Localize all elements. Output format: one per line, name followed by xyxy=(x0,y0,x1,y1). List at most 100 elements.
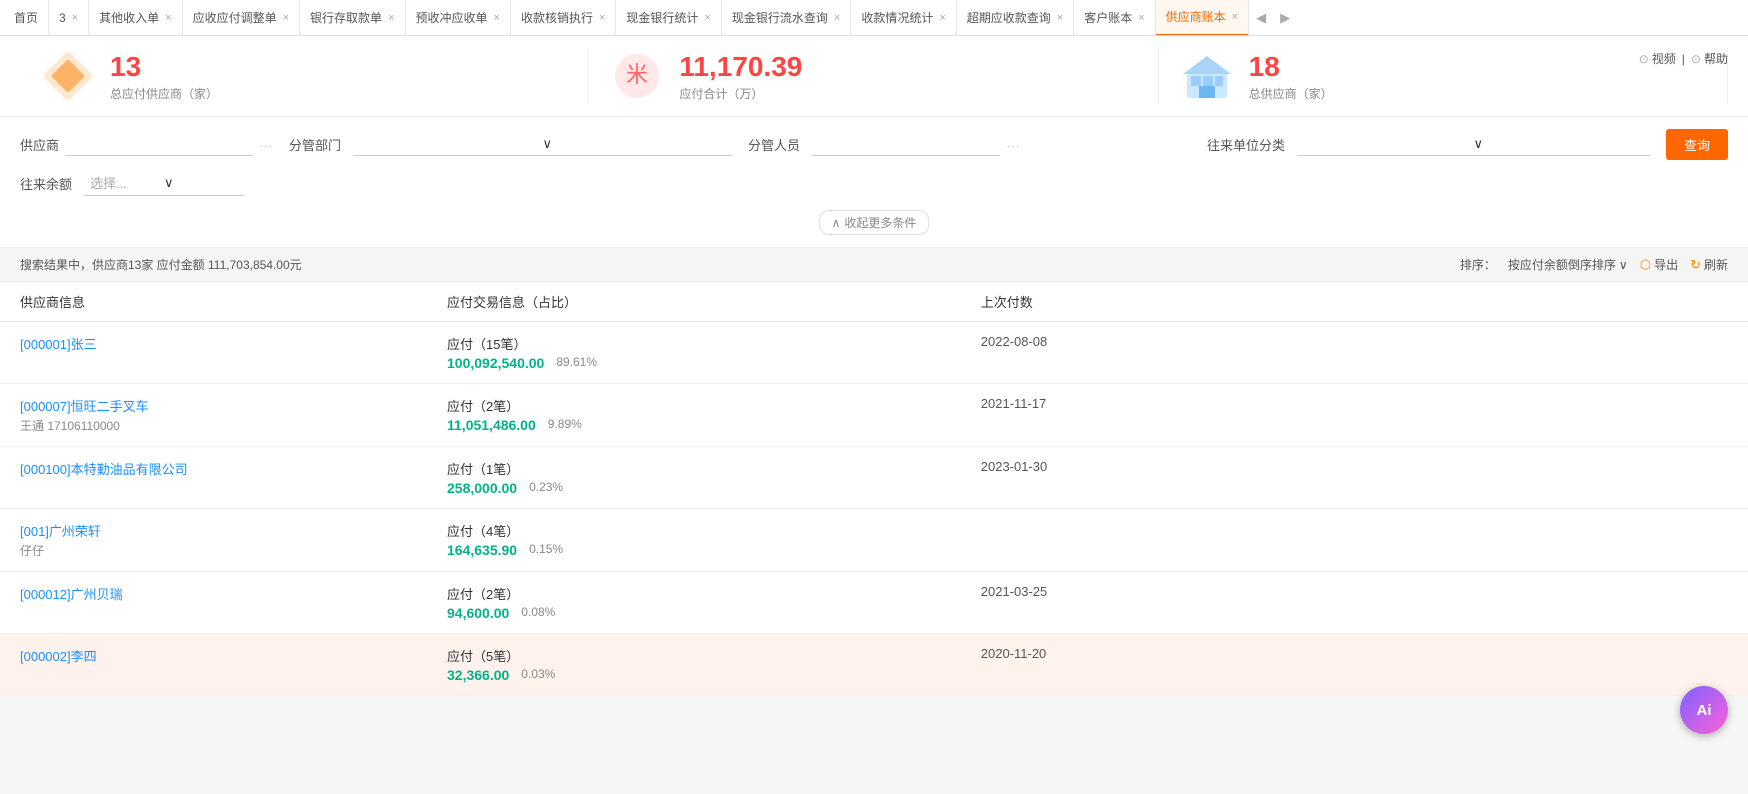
nav-tab-close[interactable]: × xyxy=(494,12,500,24)
extra-cell-row2 xyxy=(1301,396,1728,434)
transaction-label-row5: 应付（2笔） xyxy=(447,584,981,603)
help-link[interactable]: 帮助 xyxy=(1704,50,1728,67)
header-lastpay: 上次付数 xyxy=(981,292,1301,311)
nav-tab-close[interactable]: × xyxy=(939,12,945,24)
balance-dropdown[interactable]: 选择... ∨ xyxy=(84,170,244,196)
extra-cell-row3 xyxy=(1301,459,1728,496)
nav-tab-close[interactable]: × xyxy=(599,12,605,24)
transaction-percent-row5: 0.08% xyxy=(521,605,555,619)
sort-dropdown[interactable]: 按应付余额倒序排序 ∨ xyxy=(1508,256,1628,273)
video-link[interactable]: 视频 xyxy=(1652,50,1676,67)
ai-button[interactable]: Ai xyxy=(1680,686,1728,734)
lastpay-cell-row5: 2021-03-25 xyxy=(981,584,1301,621)
person-dots: ··· xyxy=(1006,137,1020,153)
nav-tab-cash-bank-stat[interactable]: 现金银行统计× xyxy=(616,0,721,36)
export-button[interactable]: ⬡ 导出 xyxy=(1640,256,1678,273)
amount-link-row4[interactable]: 164,635.90 xyxy=(447,542,517,558)
transaction-label-row1: 应付（15笔） xyxy=(447,334,981,353)
nav-tab-ar-ap-adjust[interactable]: 应收应付调整单× xyxy=(183,0,300,36)
supplier-sub-row2: 王通 17106110000 xyxy=(20,417,447,434)
nav-tab-close[interactable]: × xyxy=(834,12,840,24)
supplier-name-row6: [000002]李四 xyxy=(20,646,447,665)
supplier-cell-row2: [000007]恒旺二手叉车 王通 17106110000 xyxy=(20,396,447,434)
nav-tab-label: 银行存取款单 xyxy=(310,9,382,26)
dept-dropdown[interactable]: ∨ xyxy=(353,133,732,156)
svg-text:米: 米 xyxy=(626,62,648,87)
export-icon: ⬡ xyxy=(1640,257,1651,273)
nav-tab-label: 现金银行流水查询 xyxy=(732,9,828,26)
supplier-link-row1[interactable]: [000001]张三 xyxy=(20,337,97,352)
collapse-bar: ∧ 收起更多条件 xyxy=(20,206,1728,239)
supplier-name-row1: [000001]张三 xyxy=(20,334,447,353)
nav-tab-label: 供应商账本 xyxy=(1166,8,1226,25)
nav-tab-close[interactable]: × xyxy=(283,12,289,24)
supplier-input[interactable] xyxy=(65,134,253,156)
supplier-link-row6[interactable]: [000002]李四 xyxy=(20,649,97,664)
transaction-amount-row3: 258,000.00 xyxy=(447,480,517,496)
transaction-label-row6: 应付（5笔） xyxy=(447,646,981,665)
transaction-label-row4: 应付（4笔） xyxy=(447,521,981,540)
summary-content-payable-suppliers: 13 总应付供应商（家） xyxy=(110,50,218,103)
table-row: [000100]本特勤油品有限公司 应付（1笔） 258,000.00 0.23… xyxy=(0,447,1748,509)
table-header: 供应商信息 应付交易信息（占比） 上次付数 xyxy=(0,282,1748,322)
extra-cell-row1 xyxy=(1301,334,1728,371)
supplier-name-row5: [000012]广州贝瑞 xyxy=(20,584,447,603)
amount-link-row1[interactable]: 100,092,540.00 xyxy=(447,355,544,371)
amount-link-row6[interactable]: 32,366.00 xyxy=(447,667,509,683)
summary-content-total-suppliers: 18 总供应商（家） xyxy=(1249,50,1333,103)
nav-tab-label: 客户账本 xyxy=(1084,9,1132,26)
nav-tab-cash-bank-flow[interactable]: 现金银行流水查询 × xyxy=(722,0,851,36)
summary-icon-total-suppliers xyxy=(1179,48,1235,104)
ai-label: Ai xyxy=(1697,702,1712,719)
transaction-cell-row1: 应付（15笔） 100,092,540.00 89.61% xyxy=(447,334,981,371)
supplier-link-row5[interactable]: [000012]广州贝瑞 xyxy=(20,587,123,602)
amount-link-row3[interactable]: 258,000.00 xyxy=(447,480,517,496)
query-button[interactable]: 查询 xyxy=(1666,129,1728,160)
collapse-arrow-icon: ∧ xyxy=(832,216,841,230)
supplier-name-row4: [001]广州荣轩 xyxy=(20,521,447,540)
supplier-name-row3: [000100]本特勤油品有限公司 xyxy=(20,459,447,478)
refresh-button[interactable]: ↻ 刷新 xyxy=(1690,256,1728,273)
nav-tab-overdue-ar[interactable]: 超期应收款查询× xyxy=(957,0,1074,36)
nav-next-arrow[interactable]: ▶ xyxy=(1273,0,1297,36)
nav-prev-arrow[interactable]: ◀ xyxy=(1249,0,1273,36)
person-input[interactable] xyxy=(812,134,1000,156)
balance-arrow: ∨ xyxy=(164,175,238,191)
nav-tab-close[interactable]: × xyxy=(1138,12,1144,24)
nav-tab-close[interactable]: × xyxy=(1232,11,1238,23)
supplier-link-row3[interactable]: [000100]本特勤油品有限公司 xyxy=(20,462,188,477)
nav-tab-bank-deposit[interactable]: 银行存取款单 × xyxy=(300,0,405,36)
nav-tab-supplier-ledger[interactable]: 供应商账本 × xyxy=(1156,0,1249,36)
transaction-amount-row5: 94,600.00 xyxy=(447,605,509,621)
nav-tab-receipt-verify[interactable]: 收款核销执行× xyxy=(511,0,616,36)
sort-value: 按应付余额倒序排序 xyxy=(1508,256,1616,273)
supplier-link-row4[interactable]: [001]广州荣轩 xyxy=(20,524,101,539)
supplier-label: 供应商 xyxy=(20,135,59,154)
summary-label-payable-amount: 应付合计（万） xyxy=(679,85,802,102)
amount-link-row2[interactable]: 11,051,486.00 xyxy=(447,417,536,433)
nav-tab-close[interactable]: × xyxy=(72,12,78,24)
nav-tab-label: 3 xyxy=(59,11,66,25)
nav-tab-other-income[interactable]: 其他收入单× xyxy=(89,0,182,36)
nav-tab-receipt-stat[interactable]: 收款情况统计× xyxy=(851,0,956,36)
nav-tab-tab3[interactable]: 3× xyxy=(49,0,89,36)
nav-tab-prepay-ar[interactable]: 预收冲应收单 × xyxy=(406,0,511,36)
collapse-button[interactable]: ∧ 收起更多条件 xyxy=(819,210,930,235)
amount-link-row5[interactable]: 94,600.00 xyxy=(447,605,509,621)
dept-arrow: ∨ xyxy=(543,136,726,152)
supplier-cell-row1: [000001]张三 xyxy=(20,334,447,371)
nav-tab-close[interactable]: × xyxy=(165,12,171,24)
main-table: 供应商信息 应付交易信息（占比） 上次付数 [000001]张三 应付（15笔）… xyxy=(0,282,1748,696)
summary-icon-payable-amount: 米 xyxy=(609,48,665,104)
dept-label: 分管部门 xyxy=(289,135,341,154)
nav-tab-close[interactable]: × xyxy=(704,12,710,24)
nav-tab-home[interactable]: 首页 xyxy=(4,0,49,36)
summary-number-payable-suppliers: 13 xyxy=(110,50,218,84)
nav-tab-customer-ledger[interactable]: 客户账本 × xyxy=(1074,0,1155,36)
supplier-link-row2[interactable]: [000007]恒旺二手叉车 xyxy=(20,399,149,414)
nav-tab-label: 预收冲应收单 xyxy=(416,9,488,26)
refresh-icon: ↻ xyxy=(1690,257,1701,273)
nav-tab-close[interactable]: × xyxy=(388,12,394,24)
nav-tab-close[interactable]: × xyxy=(1057,12,1063,24)
category-dropdown[interactable]: ∨ xyxy=(1297,133,1650,156)
